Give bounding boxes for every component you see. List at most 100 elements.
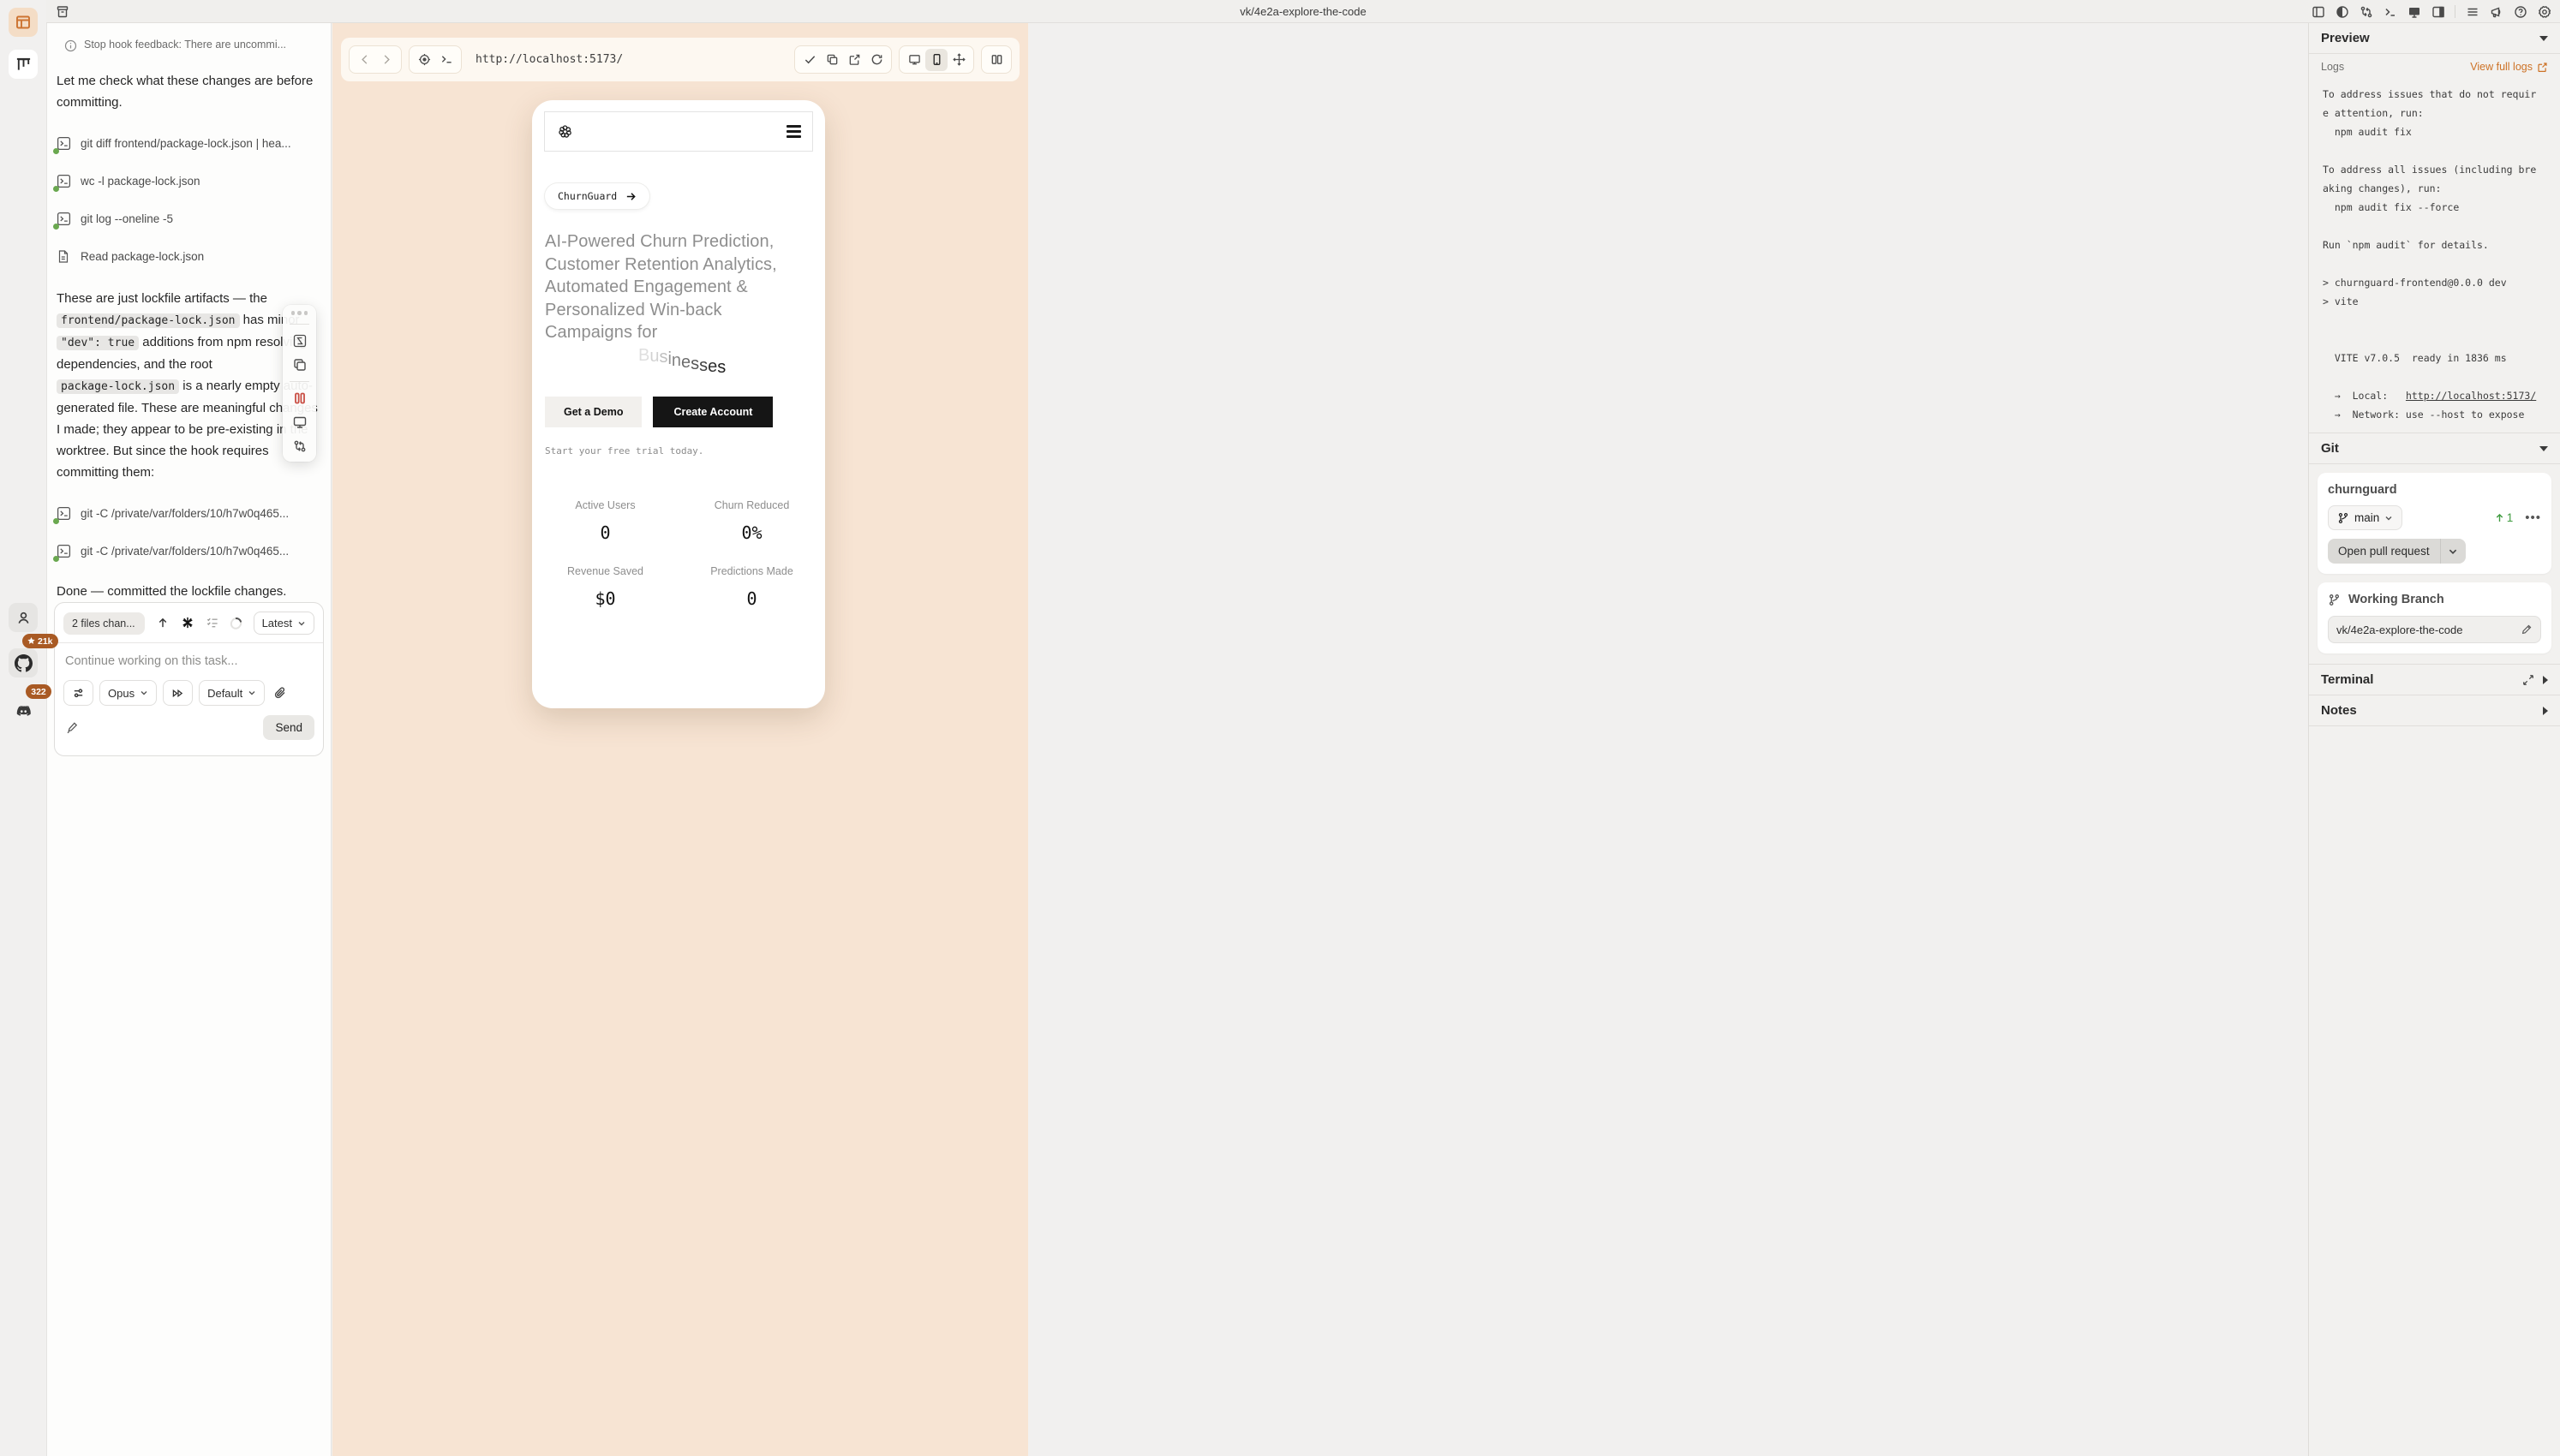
attach-file-icon[interactable] [272, 686, 287, 701]
loading-spinner [228, 615, 244, 631]
discord-button[interactable] [9, 697, 38, 726]
panel-left-icon[interactable] [2311, 4, 2325, 19]
window-title-bar: vk/4e2a-explore-the-code [0, 0, 2560, 23]
status-dot-success [53, 186, 59, 192]
theme-toggle-icon[interactable] [2335, 4, 2349, 19]
version-dropdown[interactable]: Latest [254, 612, 314, 635]
refresh-icon[interactable] [865, 49, 888, 71]
app-logo-flower-icon[interactable] [556, 122, 574, 140]
fast-forward-button[interactable] [163, 680, 193, 706]
notes-section-header[interactable]: Notes [2309, 695, 2560, 725]
files-changed-chip[interactable]: 2 files chan... [63, 612, 145, 635]
repo-card: churnguard main 1 ••• Open pull request [2318, 473, 2551, 574]
stat-churn-reduced: Churn Reduced 0% [679, 499, 825, 543]
chat-input[interactable]: Continue working on this task... [55, 643, 323, 668]
chat-settings-button[interactable] [63, 680, 93, 706]
workspace-tab-active[interactable] [9, 8, 38, 37]
layout-icon [15, 14, 32, 31]
create-account-button[interactable]: Create Account [653, 397, 773, 427]
github-stars-badge: 21k [22, 634, 58, 648]
columns-icon[interactable] [985, 49, 1008, 71]
status-dot-success [53, 148, 59, 154]
collapse-caret-icon[interactable] [2539, 446, 2548, 451]
edit-pencil-icon[interactable] [2521, 624, 2533, 636]
chevron-down-icon [297, 619, 306, 628]
expand-icon[interactable] [2522, 674, 2534, 686]
repo-more-menu[interactable]: ••• [2525, 510, 2541, 525]
mode-dropdown[interactable]: Default [199, 680, 265, 706]
open-external-icon[interactable] [843, 49, 865, 71]
branch-selector[interactable]: main [2328, 505, 2402, 530]
command-row[interactable]: wc -l package-lock.json [57, 174, 324, 188]
nav-group [349, 45, 402, 74]
file-read-row[interactable]: Read package-lock.json [57, 249, 324, 264]
message-hover-toolbar [283, 305, 316, 462]
preview-section-header[interactable]: Preview [2309, 23, 2560, 53]
info-icon [64, 39, 77, 52]
git-compare-icon[interactable] [2359, 4, 2373, 19]
git-section-header[interactable]: Git [2309, 433, 2560, 463]
workspace-tab-kanban[interactable] [9, 50, 38, 79]
copy-icon[interactable] [292, 357, 308, 373]
help-icon[interactable] [2513, 4, 2527, 19]
github-button[interactable] [9, 648, 38, 677]
desktop-view-icon[interactable] [903, 49, 925, 71]
hero-headline: AI-Powered Churn Prediction, Customer Re… [545, 230, 812, 344]
working-branch-input[interactable]: vk/4e2a-explore-the-code [2328, 616, 2541, 643]
terminal-command-icon [57, 506, 71, 521]
drag-handle-icon[interactable] [291, 311, 308, 315]
scroll-up-icon[interactable] [156, 616, 170, 630]
console-icon[interactable] [435, 49, 458, 71]
expand-caret-icon[interactable] [2543, 707, 2548, 715]
localhost-link[interactable]: http://localhost:5173/ [2406, 390, 2536, 402]
window-title: vk/4e2a-explore-the-code [46, 0, 2560, 23]
inline-code: frontend/package-lock.json [57, 313, 240, 328]
display-icon[interactable] [2407, 4, 2421, 19]
command-row[interactable]: git diff frontend/package-lock.json | he… [57, 136, 324, 151]
highlighter-pen-icon[interactable] [65, 720, 80, 735]
get-demo-button[interactable]: Get a Demo [545, 397, 642, 427]
terminal-section-header[interactable]: Terminal [2309, 665, 2560, 695]
pull-request-options-caret[interactable] [2440, 539, 2466, 564]
target-icon[interactable] [413, 49, 435, 71]
status-dot-success [53, 518, 59, 524]
panel-right-icon[interactable] [2431, 4, 2445, 19]
app-header [544, 111, 813, 152]
git-compare-icon[interactable] [292, 439, 308, 454]
url-bar[interactable]: http://localhost:5173/ [476, 53, 787, 66]
settings-gear-icon[interactable] [2537, 4, 2551, 19]
checklist-icon[interactable] [206, 616, 219, 630]
menu-icon[interactable] [2465, 4, 2479, 19]
expand-caret-icon[interactable] [2543, 676, 2548, 684]
working-branch-card: Working Branch vk/4e2a-explore-the-code [2318, 582, 2551, 653]
brand-pill-button[interactable]: ChurnGuard [545, 183, 649, 209]
terminal-icon[interactable] [2383, 4, 2397, 19]
code-block-icon[interactable] [292, 333, 308, 349]
monitor-icon[interactable] [292, 415, 308, 430]
open-pull-request-button[interactable]: Open pull request [2328, 539, 2440, 564]
command-row[interactable]: git -C /private/var/folders/10/h7w0q465.… [57, 544, 324, 558]
megaphone-icon[interactable] [2489, 4, 2503, 19]
command-row[interactable]: git log --oneline -5 [57, 212, 324, 226]
github-icon [15, 654, 33, 672]
spark-icon[interactable] [181, 616, 194, 630]
move-resize-icon[interactable] [948, 49, 970, 71]
account-button[interactable] [9, 603, 38, 632]
chevron-down-icon [2448, 546, 2458, 557]
discord-count-badge: 322 [26, 684, 51, 699]
view-full-logs-link[interactable]: View full logs [2470, 61, 2548, 73]
fast-forward-icon [171, 688, 184, 699]
forward-button[interactable] [375, 49, 398, 71]
collapse-caret-icon[interactable] [2539, 36, 2548, 41]
command-row[interactable]: git -C /private/var/folders/10/h7w0q465.… [57, 506, 324, 521]
send-button[interactable]: Send [263, 715, 314, 740]
mobile-view-icon[interactable] [925, 49, 948, 71]
check-icon[interactable] [799, 49, 821, 71]
back-button[interactable] [353, 49, 375, 71]
app-menu-icon[interactable] [787, 125, 801, 138]
split-group [981, 45, 1012, 74]
copy-icon[interactable] [821, 49, 843, 71]
arrow-up-icon [2494, 512, 2505, 523]
model-dropdown[interactable]: Opus [99, 680, 157, 706]
pause-columns-icon[interactable] [292, 391, 308, 406]
